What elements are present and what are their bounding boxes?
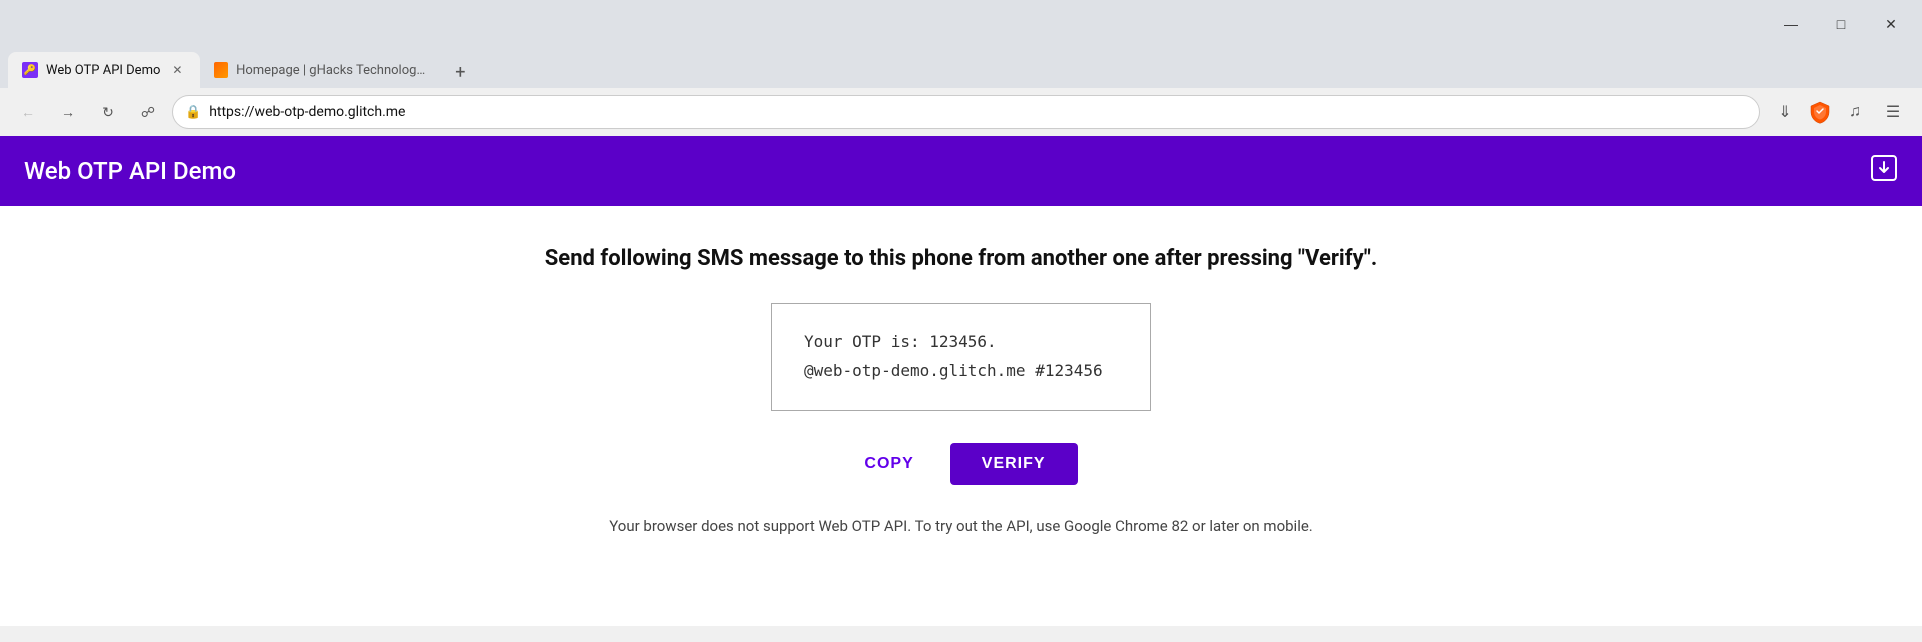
- address-text: https://web-otp-demo.glitch.me: [209, 104, 1747, 120]
- menu-icon: ☰: [1886, 102, 1900, 122]
- brave-shield-button[interactable]: [1806, 98, 1834, 126]
- address-input-wrap[interactable]: 🔒 https://web-otp-demo.glitch.me: [172, 95, 1760, 129]
- maximize-button[interactable]: □: [1818, 8, 1864, 40]
- tab-inactive-label: Homepage | gHacks Technology News: [236, 63, 426, 78]
- media-icon: ♫: [1849, 103, 1861, 121]
- tab-active-label: Web OTP API Demo: [46, 63, 160, 78]
- new-tab-button[interactable]: +: [444, 56, 476, 88]
- demo-instruction: Send following SMS message to this phone…: [545, 246, 1377, 271]
- tab-inactive[interactable]: Homepage | gHacks Technology News: [200, 52, 440, 88]
- download-button[interactable]: ⇓: [1768, 95, 1802, 129]
- tab-active[interactable]: 🔑 Web OTP API Demo ✕: [8, 52, 200, 88]
- page-content: Web OTP API Demo Send following SMS mess…: [0, 136, 1922, 626]
- address-bar: ← → ↻ ☍ 🔒 https://web-otp-demo.glitch.me…: [0, 88, 1922, 136]
- app-header-icon: [1870, 154, 1898, 188]
- tab-favicon-otp: 🔑: [22, 62, 38, 78]
- menu-button[interactable]: ☰: [1876, 95, 1910, 129]
- app-title: Web OTP API Demo: [24, 157, 236, 185]
- sms-line1: Your OTP is: 123456.: [804, 328, 1118, 357]
- minimize-icon: —: [1784, 16, 1798, 32]
- tab-close-button[interactable]: ✕: [168, 61, 186, 79]
- title-bar: — □ ✕: [0, 0, 1922, 48]
- browser-window: — □ ✕ 🔑 Web OTP API Demo ✕ Homepage | gH…: [0, 0, 1922, 626]
- reload-icon: ↻: [102, 104, 114, 121]
- brave-shield-icon: [1808, 100, 1832, 124]
- action-buttons: COPY VERIFY: [844, 443, 1077, 485]
- back-icon: ←: [21, 104, 35, 120]
- app-header: Web OTP API Demo: [0, 136, 1922, 206]
- window-controls: — □ ✕: [1768, 8, 1914, 40]
- lock-icon: 🔒: [185, 105, 201, 120]
- download-icon: ⇓: [1778, 102, 1791, 122]
- forward-button[interactable]: →: [52, 96, 84, 128]
- bookmark-icon: ☍: [141, 104, 155, 121]
- forward-icon: →: [61, 104, 75, 120]
- address-bar-right: ⇓ ♫ ☰: [1768, 95, 1910, 129]
- maximize-icon: □: [1837, 16, 1845, 32]
- sms-line2: @web-otp-demo.glitch.me #123456: [804, 357, 1118, 386]
- media-button[interactable]: ♫: [1838, 95, 1872, 129]
- browser-notice: Your browser does not support Web OTP AP…: [609, 517, 1313, 535]
- minimize-button[interactable]: —: [1768, 8, 1814, 40]
- bookmark-button[interactable]: ☍: [132, 96, 164, 128]
- close-icon: ✕: [1885, 16, 1897, 33]
- tabs-bar: 🔑 Web OTP API Demo ✕ Homepage | gHacks T…: [0, 48, 1922, 88]
- sms-message-box: Your OTP is: 123456. @web-otp-demo.glitc…: [771, 303, 1151, 411]
- new-tab-icon: +: [455, 62, 465, 83]
- tab-favicon-ghacks: [214, 62, 228, 78]
- copy-button[interactable]: COPY: [844, 445, 933, 483]
- demo-body: Send following SMS message to this phone…: [0, 206, 1922, 575]
- reload-button[interactable]: ↻: [92, 96, 124, 128]
- verify-button[interactable]: VERIFY: [950, 443, 1078, 485]
- close-button[interactable]: ✕: [1868, 8, 1914, 40]
- back-button[interactable]: ←: [12, 96, 44, 128]
